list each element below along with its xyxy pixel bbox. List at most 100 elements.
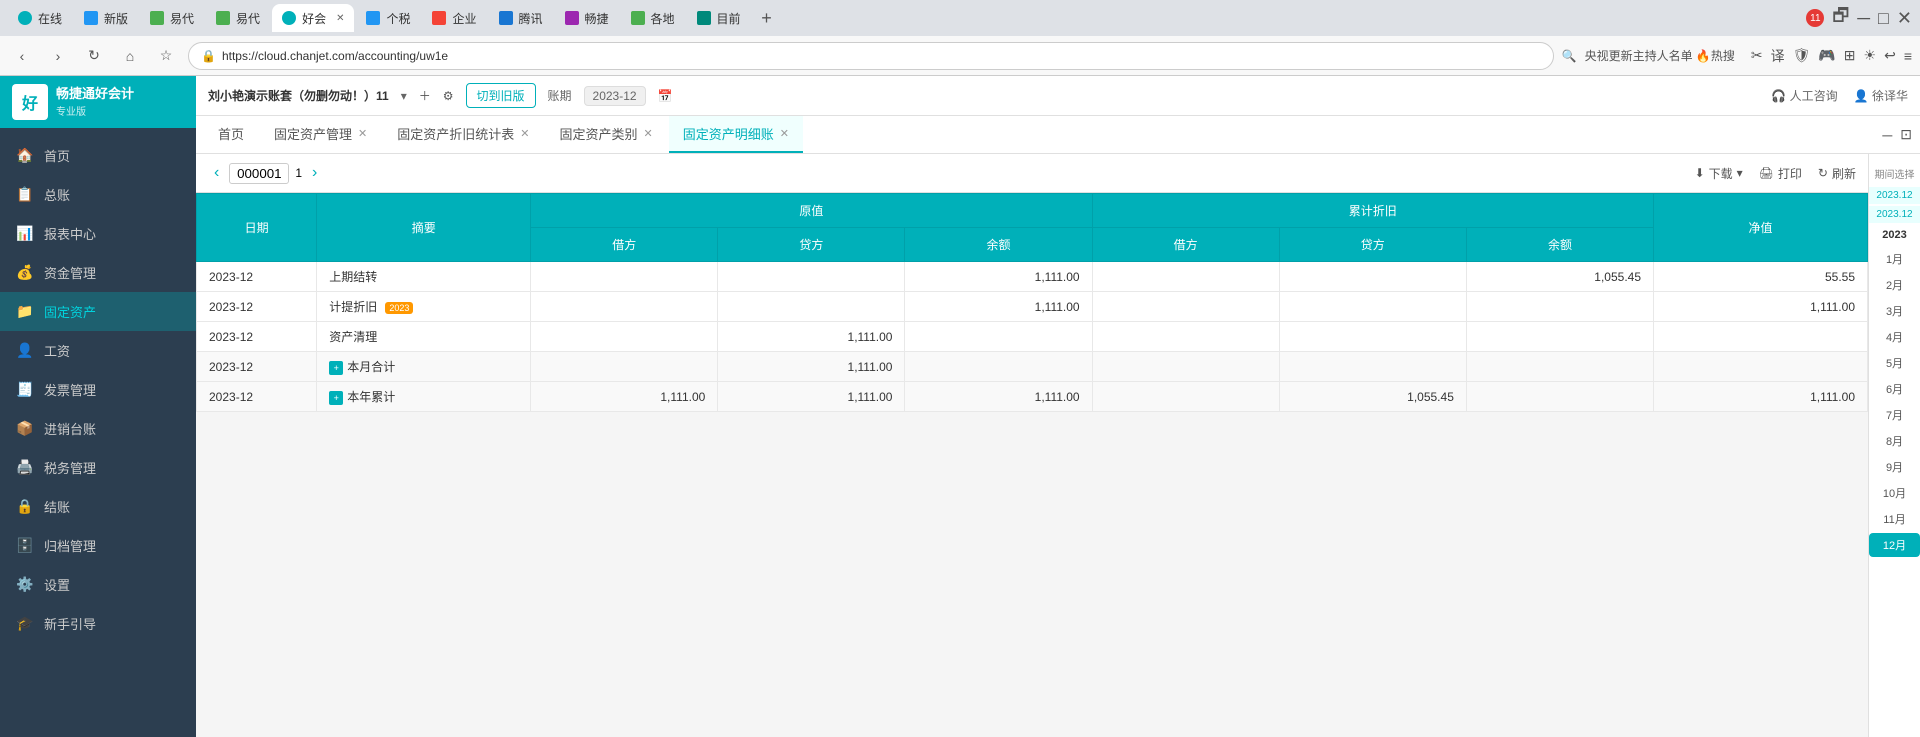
sidebar-header: 好 畅捷通好会计 专业版 (0, 76, 196, 128)
new-tab-button[interactable]: + (753, 4, 781, 32)
tab-minimize-icon[interactable]: ─ (1882, 127, 1892, 143)
tab-fixed-detail-ledger[interactable]: 固定资产明细账 ✕ (669, 116, 803, 153)
period-month-9[interactable]: 9月 (1869, 455, 1920, 479)
sidebar-item-inout[interactable]: 📦 进销台账 (0, 409, 196, 448)
period-month-10[interactable]: 10月 (1869, 481, 1920, 505)
browser-tab-haokuai[interactable]: 好会 ✕ (272, 4, 354, 32)
browser-tab-online[interactable]: 在线 (8, 4, 72, 32)
browser-tab-qiye[interactable]: 企业 (422, 4, 486, 32)
tab-close-category[interactable]: ✕ (644, 127, 653, 140)
refresh-btn[interactable]: ↻ 刷新 (1818, 165, 1856, 182)
home-btn[interactable]: ⌂ (116, 42, 144, 70)
next-page-btn[interactable]: › (306, 162, 323, 184)
tab-home[interactable]: 首页 (204, 116, 258, 153)
close-window-btn[interactable]: ✕ (1897, 8, 1912, 29)
sidebar-item-payroll[interactable]: 👤 工资 (0, 331, 196, 370)
add-account-btn[interactable]: ＋ (419, 87, 431, 104)
sidebar-item-fixed-assets[interactable]: 📁 固定资产 (0, 292, 196, 331)
shield-icon[interactable]: 🛡 (1793, 47, 1811, 64)
download-btn[interactable]: ⬇ 下载 ▾ (1695, 165, 1743, 182)
cell-orig-balance (905, 352, 1092, 382)
ledger-icon: 📋 (16, 186, 34, 204)
sidebar-item-invoice[interactable]: 🧾 发票管理 (0, 370, 196, 409)
tab-fixed-category[interactable]: 固定资产类别 ✕ (545, 116, 666, 153)
period-month-4[interactable]: 4月 (1869, 325, 1920, 349)
switch-version-btn[interactable]: 切到旧版 (466, 83, 536, 108)
forward-btn[interactable]: › (44, 42, 72, 70)
tab-bar-right-actions: ─ ⊡ (1882, 126, 1912, 143)
reload-btn[interactable]: ↻ (80, 42, 108, 70)
service-btn[interactable]: 🎧 人工咨询 (1771, 87, 1837, 104)
sidebar-item-guide[interactable]: 🎓 新手引导 (0, 604, 196, 643)
cell-acc-balance (1466, 322, 1653, 352)
cell-summary: 资产清理 (317, 322, 531, 352)
period-month-3[interactable]: 3月 (1869, 299, 1920, 323)
col-header-net-value: 净值 (1654, 194, 1868, 262)
sidebar-item-close[interactable]: 🔒 结账 (0, 487, 196, 526)
translate-icon[interactable]: 译 (1771, 46, 1785, 66)
tab-close-detail-ledger[interactable]: ✕ (780, 127, 789, 140)
browser-tab-tencent[interactable]: 腾讯 (489, 4, 553, 32)
sidebar-item-home[interactable]: 🏠 首页 (0, 136, 196, 175)
report-icon: 📊 (16, 225, 34, 243)
period-month-6[interactable]: 6月 (1869, 377, 1920, 401)
back-btn[interactable]: ‹ (8, 42, 36, 70)
menu-icon[interactable]: ≡ (1904, 48, 1912, 64)
sidebar-item-archive[interactable]: 🗄️ 归档管理 (0, 526, 196, 565)
browser-tab-changjie[interactable]: 畅捷 (555, 4, 619, 32)
sidebar-item-report[interactable]: 📊 报表中心 (0, 214, 196, 253)
brightness-icon[interactable]: ☀ (1864, 47, 1877, 64)
main-content: 刘小艳演示账套（勿删勿动！）11 ▾ ＋ ⚙ 切到旧版 账期 2023-12 📅… (196, 76, 1920, 737)
browser-tab-gedi[interactable]: 各地 (621, 4, 685, 32)
bookmark-btn[interactable]: ☆ (152, 42, 180, 70)
tab-maximize-icon[interactable]: ⊡ (1900, 126, 1912, 143)
sidebar-item-tax[interactable]: 🖨️ 税务管理 (0, 448, 196, 487)
browser-tab-yidai1[interactable]: 易代 (140, 4, 204, 32)
period-month-8[interactable]: 8月 (1869, 429, 1920, 453)
period-month-12[interactable]: 12月 (1869, 533, 1920, 557)
maximize-btn[interactable]: □ (1878, 8, 1889, 29)
restore-window-btn[interactable]: 🗗 (1832, 3, 1849, 33)
print-btn[interactable]: 🖨 打印 (1759, 165, 1802, 182)
browser-tab-new[interactable]: 新版 (74, 4, 138, 32)
cell-net-value (1654, 352, 1868, 382)
grid-icon[interactable]: ⊞ (1844, 47, 1856, 64)
game-icon[interactable]: 🎮 (1818, 47, 1835, 64)
url-input[interactable]: 🔒 https://cloud.chanjet.com/accounting/u… (188, 42, 1554, 70)
browser-tab-miqian[interactable]: 目前 (687, 4, 751, 32)
browser-tab-yidai2[interactable]: 易代 (206, 4, 270, 32)
tab-depreciation-stats[interactable]: 固定资产折旧统计表 ✕ (383, 116, 543, 153)
cell-orig-debit (531, 352, 718, 382)
tab-close-depreciation[interactable]: ✕ (520, 127, 529, 140)
cell-date: 2023-12 (197, 352, 317, 382)
user-profile-btn[interactable]: 👤 徐译华 (1854, 87, 1908, 104)
period-month-2[interactable]: 2月 (1869, 273, 1920, 297)
period-month-11[interactable]: 11月 (1869, 507, 1920, 531)
cell-acc-debit (1092, 292, 1279, 322)
period-month-1[interactable]: 1月 (1869, 247, 1920, 271)
tab-close-fixed-mgmt[interactable]: ✕ (358, 127, 367, 140)
cell-orig-balance: 1,111.00 (905, 382, 1092, 412)
tab-fixed-assets-mgmt[interactable]: 固定资产管理 ✕ (260, 116, 381, 153)
page-number-input[interactable] (229, 163, 289, 184)
prev-page-btn[interactable]: ‹ (208, 162, 225, 184)
period-month-7[interactable]: 7月 (1869, 403, 1920, 427)
scissors-icon[interactable]: ✂ (1751, 47, 1763, 64)
sidebar-item-funds[interactable]: 💰 资金管理 (0, 253, 196, 292)
tab-close-haokuai[interactable]: ✕ (336, 13, 344, 24)
download-chevron-icon: ▾ (1737, 166, 1743, 180)
minimize-btn[interactable]: ─ (1857, 8, 1870, 29)
undo-icon[interactable]: ↩ (1884, 47, 1896, 64)
period-selected-top: 2023.12 (1869, 187, 1920, 204)
period-selected-bottom: 2023.12 (1869, 206, 1920, 223)
cell-summary: +本月合计 (317, 352, 531, 382)
period-edit-icon[interactable]: 📅 (658, 89, 673, 103)
settings-gear-icon[interactable]: ⚙ (443, 89, 454, 103)
sidebar-item-ledger[interactable]: 📋 总账 (0, 175, 196, 214)
period-month-5[interactable]: 5月 (1869, 351, 1920, 375)
sidebar-item-settings[interactable]: ⚙️ 设置 (0, 565, 196, 604)
col-header-date: 日期 (197, 194, 317, 262)
browser-tab-geshui[interactable]: 个税 (356, 4, 420, 32)
cell-acc-debit (1092, 352, 1279, 382)
user-icon: 👤 (1854, 89, 1869, 103)
